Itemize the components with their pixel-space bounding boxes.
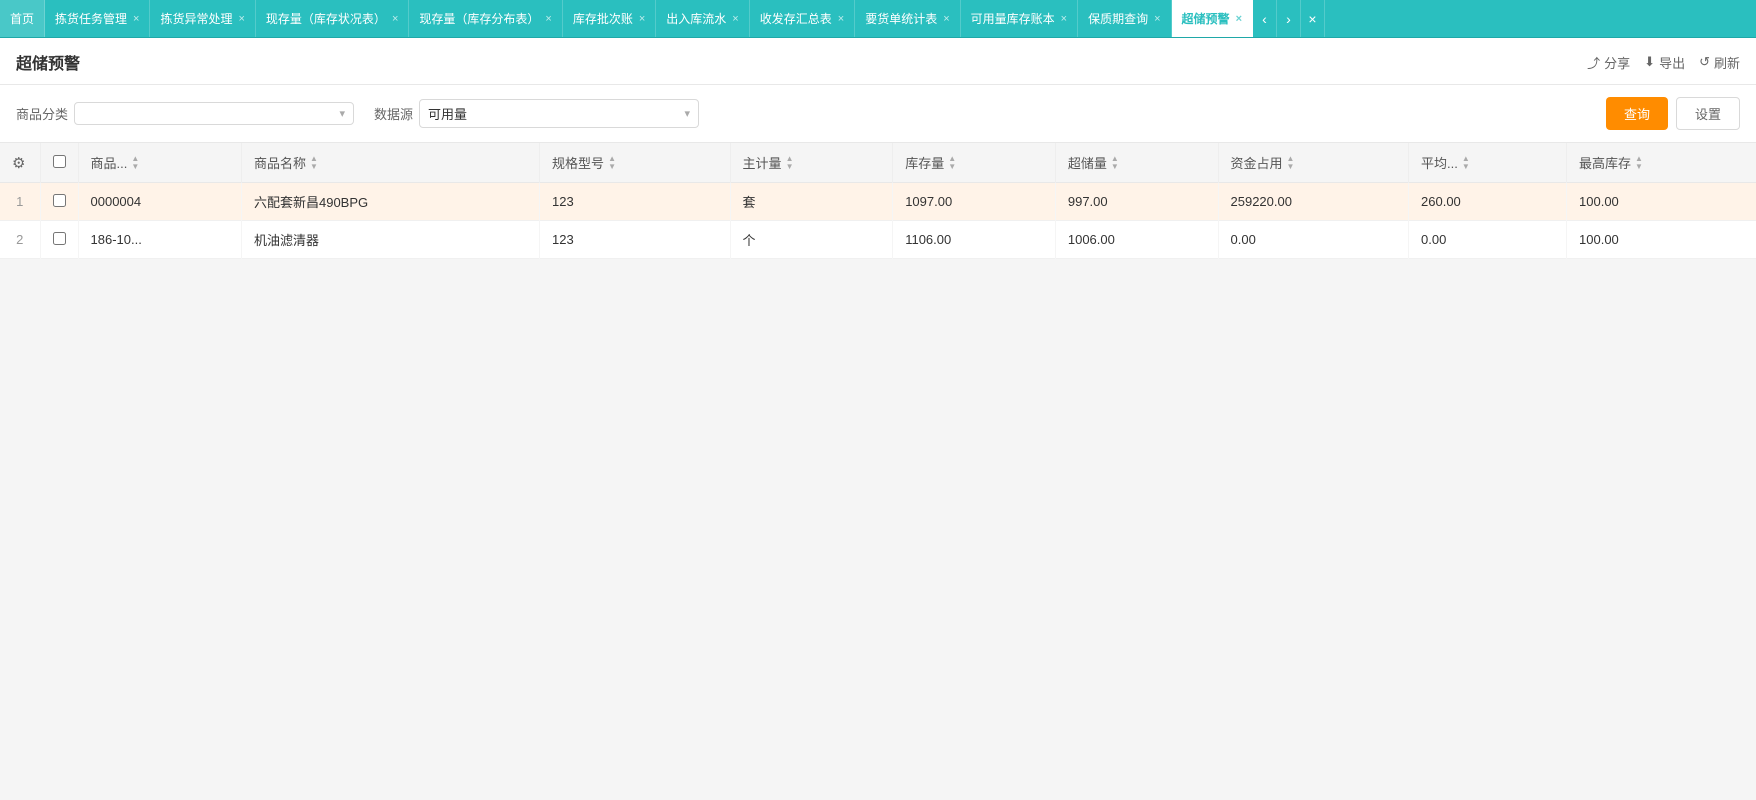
nav-tab-7[interactable]: 收发存汇总表 × — [750, 0, 855, 38]
close-icon[interactable]: × — [838, 13, 844, 25]
row-unit: 套 — [730, 183, 893, 221]
th-code[interactable]: 商品... ▲▼ — [78, 143, 241, 183]
top-nav: 首页 拣货任务管理 × 拣货异常处理 × 现存量（库存状况表） × 现存量（库存… — [0, 0, 1756, 38]
select-all-checkbox[interactable] — [53, 155, 66, 168]
close-icon[interactable]: × — [732, 13, 738, 25]
close-icon[interactable]: × — [1061, 13, 1067, 25]
data-table: ⚙ 商品... ▲▼ 商品名称 ▲▼ — [0, 143, 1756, 259]
category-label: 商品分类 — [16, 104, 68, 123]
row-code: 186-10... — [78, 221, 241, 259]
th-avg[interactable]: 平均... ▲▼ — [1409, 143, 1567, 183]
settings-button[interactable]: 设置 — [1676, 97, 1740, 130]
nav-tab-9[interactable]: 可用量库存账本 × — [961, 0, 1078, 38]
row-stock: 1097.00 — [893, 183, 1056, 221]
close-icon[interactable]: × — [943, 13, 949, 25]
nav-tab-6[interactable]: 出入库流水 × — [656, 0, 749, 38]
nav-tab-8[interactable]: 要货单统计表 × — [855, 0, 960, 38]
chevron-down-icon: ▾ — [685, 107, 691, 120]
refresh-button[interactable]: ↺ 刷新 — [1699, 53, 1740, 72]
nav-tab-5[interactable]: 库存批次账 × — [563, 0, 656, 38]
sort-arrows: ▲▼ — [1287, 155, 1295, 171]
nav-tab-4[interactable]: 现存量（库存分布表） × — [409, 0, 562, 38]
datasource-value: 可用量 — [428, 104, 467, 123]
share-icon: ⤴ — [1587, 53, 1600, 72]
close-icon[interactable]: × — [1236, 13, 1242, 25]
row-capital: 0.00 — [1218, 221, 1409, 259]
sort-arrows: ▲▼ — [608, 155, 616, 171]
sort-arrows: ▲▼ — [310, 155, 318, 171]
sort-arrows: ▲▼ — [1462, 155, 1470, 171]
th-over[interactable]: 超储量 ▲▼ — [1055, 143, 1218, 183]
sort-arrows: ▲▼ — [786, 155, 794, 171]
filter-actions: 查询 设置 — [1606, 97, 1740, 130]
sort-arrows: ▲▼ — [948, 155, 956, 171]
gear-icon[interactable]: ⚙ — [12, 155, 25, 172]
nav-tab-11[interactable]: 超储预警 × — [1172, 0, 1253, 38]
sort-arrows: ▲▼ — [1635, 155, 1643, 171]
row-checkbox-cell — [40, 183, 78, 221]
th-stock[interactable]: 库存量 ▲▼ — [893, 143, 1056, 183]
export-button[interactable]: ⬇ 导出 — [1644, 53, 1685, 72]
row-unit: 个 — [730, 221, 893, 259]
th-checkbox — [40, 143, 78, 183]
nav-tab-10[interactable]: 保质期查询 × — [1078, 0, 1171, 38]
row-capital: 259220.00 — [1218, 183, 1409, 221]
row-code: 0000004 — [78, 183, 241, 221]
row-stock: 1106.00 — [893, 221, 1056, 259]
nav-tab-home[interactable]: 首页 — [0, 0, 45, 38]
refresh-icon: ↺ — [1699, 54, 1710, 70]
th-name[interactable]: 商品名称 ▲▼ — [241, 143, 539, 183]
datasource-select[interactable]: 可用量 ▾ — [419, 99, 699, 128]
category-select[interactable]: ▾ — [74, 102, 354, 125]
datasource-filter: 数据源 可用量 ▾ — [374, 99, 699, 128]
datasource-label: 数据源 — [374, 104, 413, 123]
row-checkbox[interactable] — [53, 232, 66, 245]
table-row: 1 0000004 六配套新昌490BPG 123 套 1097.00 997.… — [0, 183, 1756, 221]
category-filter: 商品分类 ▾ — [16, 102, 354, 125]
nav-tab-1[interactable]: 拣货任务管理 × — [45, 0, 150, 38]
th-gear: ⚙ — [0, 143, 40, 183]
row-spec: 123 — [540, 183, 731, 221]
row-name: 机油滤清器 — [241, 221, 539, 259]
row-avg: 260.00 — [1409, 183, 1567, 221]
row-spec: 123 — [540, 221, 731, 259]
row-max: 100.00 — [1567, 221, 1756, 259]
close-icon[interactable]: × — [133, 13, 139, 25]
close-icon[interactable]: × — [545, 13, 551, 25]
th-spec[interactable]: 规格型号 ▲▼ — [540, 143, 731, 183]
row-name: 六配套新昌490BPG — [241, 183, 539, 221]
row-over: 997.00 — [1055, 183, 1218, 221]
close-icon[interactable]: × — [392, 13, 398, 25]
th-unit[interactable]: 主计量 ▲▼ — [730, 143, 893, 183]
share-button[interactable]: ⤴ 分享 — [1587, 53, 1630, 72]
row-checkbox[interactable] — [53, 194, 66, 207]
close-icon[interactable]: × — [238, 13, 244, 25]
table-header-row: ⚙ 商品... ▲▼ 商品名称 ▲▼ — [0, 143, 1756, 183]
page-title: 超储预警 — [16, 50, 80, 74]
row-over: 1006.00 — [1055, 221, 1218, 259]
sort-arrows: ▲▼ — [1111, 155, 1119, 171]
row-avg: 0.00 — [1409, 221, 1567, 259]
sort-arrows: ▲▼ — [131, 155, 139, 171]
row-index: 2 — [0, 221, 40, 259]
nav-prev-arrow[interactable]: ‹ — [1253, 0, 1277, 38]
header-actions: ⤴ 分享 ⬇ 导出 ↺ 刷新 — [1587, 53, 1740, 72]
close-icon[interactable]: × — [639, 13, 645, 25]
th-max[interactable]: 最高库存 ▲▼ — [1567, 143, 1756, 183]
row-max: 100.00 — [1567, 183, 1756, 221]
nav-next-arrow[interactable]: › — [1277, 0, 1301, 38]
close-icon[interactable]: × — [1154, 13, 1160, 25]
table-row: 2 186-10... 机油滤清器 123 个 1106.00 1006.00 … — [0, 221, 1756, 259]
query-button[interactable]: 查询 — [1606, 97, 1668, 130]
nav-close-arrow[interactable]: × — [1301, 0, 1325, 38]
th-capital[interactable]: 资金占用 ▲▼ — [1218, 143, 1409, 183]
nav-tab-3[interactable]: 现存量（库存状况表） × — [256, 0, 409, 38]
row-checkbox-cell — [40, 221, 78, 259]
row-index: 1 — [0, 183, 40, 221]
filter-bar: 商品分类 ▾ 数据源 可用量 ▾ 查询 设置 — [0, 85, 1756, 143]
page-header: 超储预警 ⤴ 分享 ⬇ 导出 ↺ 刷新 — [0, 38, 1756, 85]
export-icon: ⬇ — [1644, 54, 1655, 70]
chevron-down-icon: ▾ — [339, 107, 345, 120]
nav-tab-2[interactable]: 拣货异常处理 × — [150, 0, 255, 38]
